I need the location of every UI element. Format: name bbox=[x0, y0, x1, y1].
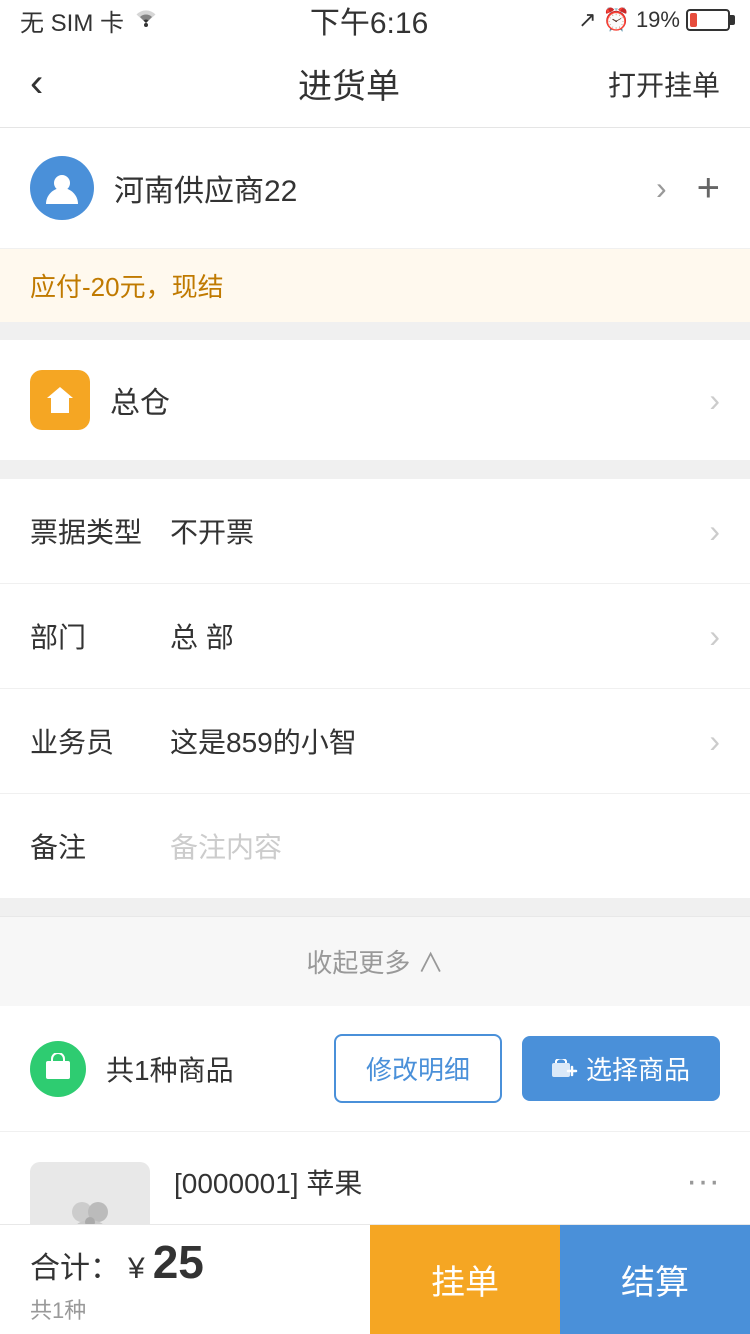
product-title: 苹果 bbox=[306, 1168, 362, 1199]
supplier-name: 河南供应商22 bbox=[114, 166, 656, 210]
invoice-label: 票据类型 bbox=[30, 511, 170, 551]
collapse-bar[interactable]: 收起更多 ∧ bbox=[0, 916, 750, 1006]
warehouse-label: 总仓 bbox=[110, 378, 709, 422]
salesperson-label: 业务员 bbox=[30, 721, 170, 761]
invoice-chevron-icon: › bbox=[709, 513, 720, 550]
status-bar: 无 SIM 卡 下午6:16 ↗ ⏰ 19% bbox=[0, 0, 750, 40]
products-icon bbox=[30, 1041, 86, 1097]
wifi-icon bbox=[132, 6, 160, 34]
hang-order-button[interactable]: 挂单 bbox=[370, 1225, 560, 1334]
select-products-label: 选择商品 bbox=[586, 1050, 690, 1087]
status-right: ↗ ⏰ 19% bbox=[578, 7, 730, 33]
warehouse-row[interactable]: 总仓 › bbox=[0, 340, 750, 461]
add-supplier-button[interactable]: + bbox=[697, 166, 720, 211]
edit-details-button[interactable]: 修改明细 bbox=[334, 1034, 502, 1103]
status-time: 下午6:16 bbox=[310, 0, 428, 42]
salesperson-row[interactable]: 业务员 这是859的小智 › bbox=[0, 689, 750, 794]
product-more-button[interactable]: ··· bbox=[686, 1162, 720, 1201]
remark-label: 备注 bbox=[30, 826, 170, 866]
battery-icon bbox=[686, 9, 730, 31]
salesperson-chevron-icon: › bbox=[709, 723, 720, 760]
department-chevron-icon: › bbox=[709, 618, 720, 655]
cart-add-icon bbox=[552, 1059, 578, 1079]
cart-icon bbox=[42, 1053, 74, 1085]
supplier-avatar bbox=[30, 156, 94, 220]
supplier-chevron-icon: › bbox=[656, 170, 667, 207]
carrier-text: 无 SIM 卡 bbox=[20, 3, 124, 38]
supplier-notice: 应付-20元，现结 bbox=[0, 249, 750, 322]
total-currency: ¥ bbox=[128, 1252, 145, 1286]
select-products-button[interactable]: 选择商品 bbox=[522, 1036, 720, 1101]
form-section: 票据类型 不开票 › 部门 总 部 › 业务员 这是859的小智 › 备注 备注… bbox=[0, 479, 750, 898]
supplier-row[interactable]: 河南供应商22 › + bbox=[0, 128, 750, 249]
nav-bar: ‹ 进货单 打开挂单 bbox=[0, 40, 750, 128]
content: 河南供应商22 › + 应付-20元，现结 总仓 › 票据类型 不开票 › 部门… bbox=[0, 128, 750, 1312]
warehouse-icon bbox=[30, 370, 90, 430]
products-count: 共1种商品 bbox=[106, 1049, 334, 1089]
invoice-value: 不开票 bbox=[170, 511, 709, 551]
salesperson-value: 这是859的小智 bbox=[170, 721, 709, 761]
person-icon bbox=[44, 170, 80, 206]
back-button[interactable]: ‹ bbox=[30, 61, 90, 106]
location-icon: ↗ bbox=[578, 7, 596, 33]
product-name: [0000001] 苹果 bbox=[174, 1162, 686, 1202]
supplier-section: 河南供应商22 › + 应付-20元，现结 bbox=[0, 128, 750, 322]
status-left: 无 SIM 卡 bbox=[20, 3, 160, 38]
department-value: 总 部 bbox=[170, 616, 709, 656]
department-label: 部门 bbox=[30, 616, 170, 656]
products-header: 共1种商品 修改明细 选择商品 bbox=[0, 1006, 750, 1132]
footer: 合计： ¥ 25 共1种 挂单 结算 bbox=[0, 1224, 750, 1334]
battery-percent: 19% bbox=[636, 7, 680, 33]
alarm-icon: ⏰ bbox=[603, 7, 630, 33]
home-icon bbox=[44, 384, 76, 416]
open-hang-button[interactable]: 打开挂单 bbox=[608, 64, 720, 104]
product-code: [0000001] bbox=[174, 1168, 299, 1199]
total-label: 合计： bbox=[30, 1243, 120, 1287]
page-title: 进货单 bbox=[298, 59, 400, 108]
warehouse-chevron-icon: › bbox=[709, 382, 720, 419]
invoice-row[interactable]: 票据类型 不开票 › bbox=[0, 479, 750, 584]
remark-row[interactable]: 备注 备注内容 bbox=[0, 794, 750, 898]
footer-sub-label: 共1种 bbox=[30, 1293, 340, 1325]
footer-total-row: 合计： ¥ 25 bbox=[30, 1235, 340, 1289]
checkout-button[interactable]: 结算 bbox=[560, 1225, 750, 1334]
department-row[interactable]: 部门 总 部 › bbox=[0, 584, 750, 689]
remark-placeholder: 备注内容 bbox=[170, 826, 720, 866]
warehouse-section: 总仓 › bbox=[0, 340, 750, 461]
footer-total: 合计： ¥ 25 共1种 bbox=[0, 1225, 370, 1334]
total-amount: 25 bbox=[153, 1235, 204, 1289]
